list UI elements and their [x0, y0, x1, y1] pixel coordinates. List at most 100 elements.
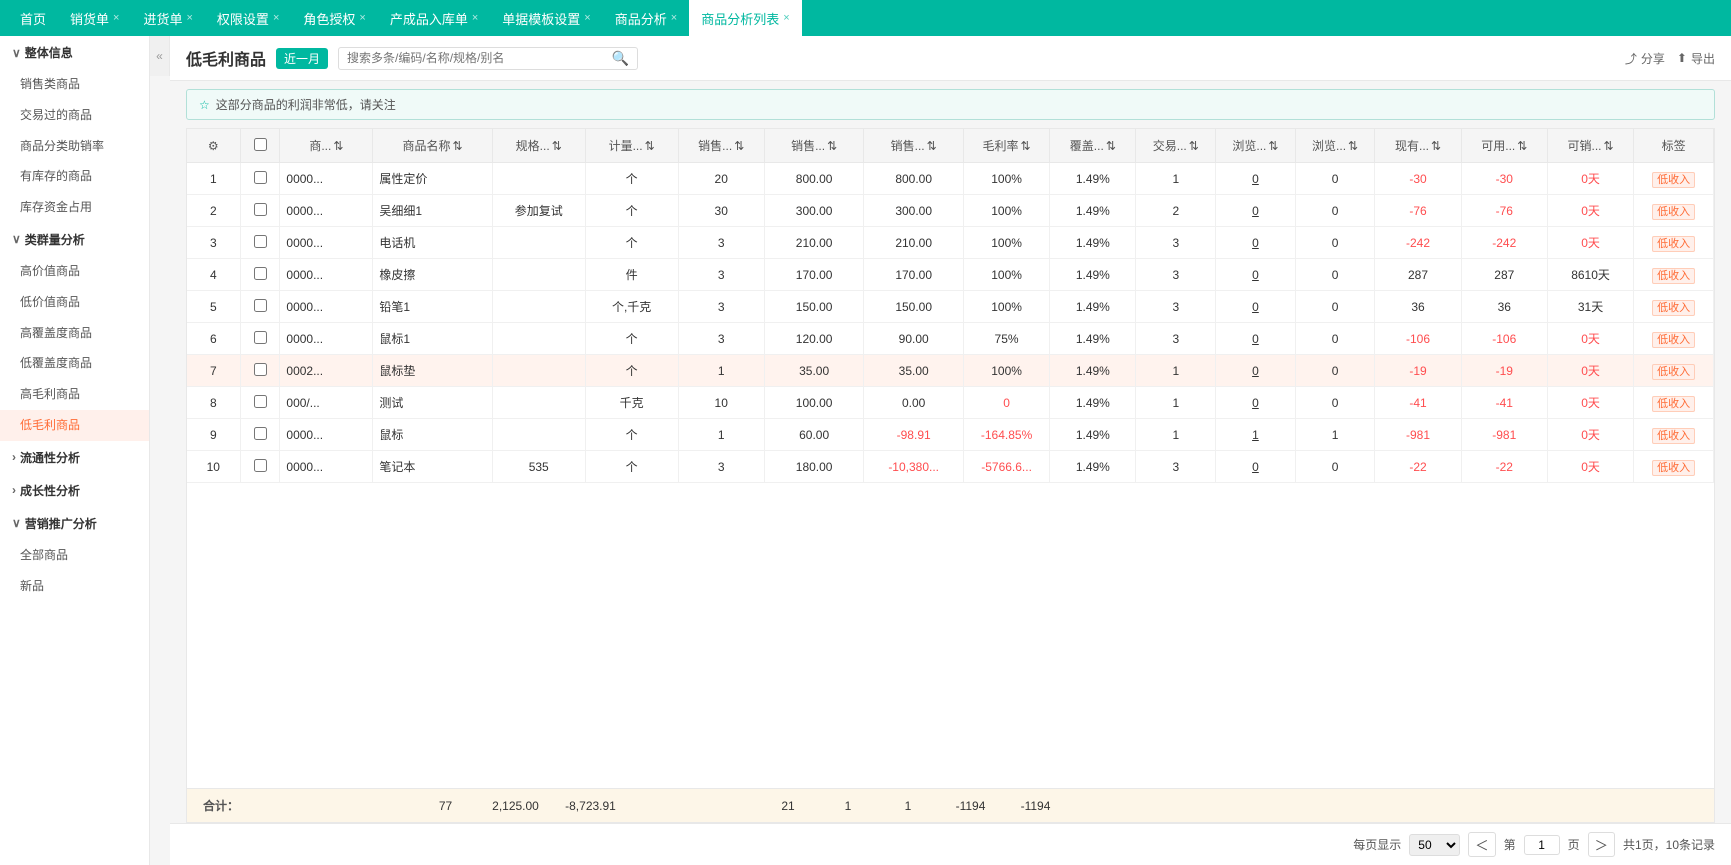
- row-name[interactable]: 鼠标1: [373, 323, 492, 355]
- export-button[interactable]: ⬆ 导出: [1677, 50, 1715, 67]
- row-select-checkbox[interactable]: [254, 395, 267, 408]
- col-sales-qty[interactable]: 销售... ⇅: [678, 129, 764, 163]
- row-select-checkbox[interactable]: [254, 235, 267, 248]
- prev-page-button[interactable]: ＜: [1468, 832, 1495, 857]
- row-views1[interactable]: 0: [1216, 451, 1296, 483]
- nav-home[interactable]: 首页: [8, 0, 58, 36]
- row-views1[interactable]: 0: [1216, 323, 1296, 355]
- row-checkbox[interactable]: [240, 451, 280, 483]
- row-select-checkbox[interactable]: [254, 331, 267, 344]
- sidebar-group-cluster[interactable]: ∨ 类群量分析: [0, 223, 149, 256]
- row-checkbox[interactable]: [240, 355, 280, 387]
- row-name[interactable]: 鼠标: [373, 419, 492, 451]
- sidebar-group-growth[interactable]: › 成长性分析: [0, 474, 149, 507]
- nav-sales-close[interactable]: ×: [113, 12, 119, 24]
- search-input[interactable]: [347, 51, 612, 65]
- col-gross-rate[interactable]: 毛利率 ⇅: [963, 129, 1049, 163]
- col-sales-price[interactable]: 销售... ⇅: [764, 129, 864, 163]
- row-select-checkbox[interactable]: [254, 427, 267, 440]
- sidebar-item-capital[interactable]: 库存资金占用: [0, 192, 149, 223]
- row-select-checkbox[interactable]: [254, 267, 267, 280]
- row-name[interactable]: 橡皮擦: [373, 259, 492, 291]
- sidebar-item-low-margin[interactable]: 低毛利商品: [0, 410, 149, 441]
- sidebar-item-all-goods[interactable]: 全部商品: [0, 540, 149, 571]
- sidebar-item-low-value[interactable]: 低价值商品: [0, 287, 149, 318]
- sidebar-item-in-stock[interactable]: 有库存的商品: [0, 161, 149, 192]
- share-button[interactable]: ⤴ 分享: [1625, 50, 1665, 67]
- search-box[interactable]: 🔍: [338, 47, 638, 70]
- col-code[interactable]: 商... ⇅: [280, 129, 373, 163]
- row-name[interactable]: 测试: [373, 387, 492, 419]
- col-transactions[interactable]: 交易... ⇅: [1136, 129, 1216, 163]
- row-checkbox[interactable]: [240, 387, 280, 419]
- col-checkbox[interactable]: [240, 129, 280, 163]
- row-views1[interactable]: 0: [1216, 259, 1296, 291]
- sidebar-collapse-button[interactable]: «: [150, 36, 170, 76]
- nav-finished-goods-close[interactable]: ×: [472, 12, 478, 24]
- nav-permissions-close[interactable]: ×: [273, 12, 279, 24]
- sidebar-item-category-rate[interactable]: 商品分类助销率: [0, 131, 149, 162]
- row-checkbox[interactable]: [240, 259, 280, 291]
- nav-permissions[interactable]: 权限设置×: [205, 0, 291, 36]
- nav-purchase-close[interactable]: ×: [186, 12, 192, 24]
- col-available[interactable]: 可用... ⇅: [1461, 129, 1547, 163]
- row-checkbox[interactable]: [240, 163, 280, 195]
- row-select-checkbox[interactable]: [254, 299, 267, 312]
- row-name[interactable]: 属性定价: [373, 163, 492, 195]
- row-name[interactable]: 电话机: [373, 227, 492, 259]
- row-views1[interactable]: 0: [1216, 291, 1296, 323]
- row-checkbox[interactable]: [240, 323, 280, 355]
- row-views1[interactable]: 0: [1216, 227, 1296, 259]
- sidebar-item-low-coverage[interactable]: 低覆盖度商品: [0, 348, 149, 379]
- nav-product-analysis-list-close[interactable]: ×: [783, 12, 789, 24]
- sidebar-item-high-value[interactable]: 高价值商品: [0, 256, 149, 287]
- nav-roles[interactable]: 角色授权×: [291, 0, 377, 36]
- sidebar-group-circulation[interactable]: › 流通性分析: [0, 441, 149, 474]
- sidebar-item-traded-goods[interactable]: 交易过的商品: [0, 100, 149, 131]
- col-sellable[interactable]: 可销... ⇅: [1547, 129, 1633, 163]
- col-views1[interactable]: 浏览... ⇅: [1216, 129, 1296, 163]
- sidebar-group-overall[interactable]: ∨ 整体信息: [0, 36, 149, 69]
- nav-template[interactable]: 单据模板设置×: [490, 0, 602, 36]
- row-views1[interactable]: 0: [1216, 195, 1296, 227]
- next-page-button[interactable]: ＞: [1588, 832, 1615, 857]
- sidebar-group-marketing[interactable]: ∨ 营销推广分析: [0, 507, 149, 540]
- row-name[interactable]: 笔记本: [373, 451, 492, 483]
- nav-purchase[interactable]: 进货单×: [131, 0, 204, 36]
- col-views2[interactable]: 浏览... ⇅: [1295, 129, 1375, 163]
- date-range-button[interactable]: 近一月: [276, 48, 328, 69]
- row-views1[interactable]: 0: [1216, 355, 1296, 387]
- sidebar-item-new-goods[interactable]: 新品: [0, 571, 149, 602]
- nav-product-analysis-list[interactable]: 商品分析列表×: [689, 0, 801, 36]
- nav-sales[interactable]: 销货单×: [58, 0, 131, 36]
- row-name[interactable]: 铅笔1: [373, 291, 492, 323]
- row-select-checkbox[interactable]: [254, 363, 267, 376]
- col-unit[interactable]: 计量... ⇅: [585, 129, 678, 163]
- col-spec[interactable]: 规格... ⇅: [492, 129, 585, 163]
- row-checkbox[interactable]: [240, 419, 280, 451]
- col-name[interactable]: 商品名称 ⇅: [373, 129, 492, 163]
- sidebar-item-sales-goods[interactable]: 销售类商品: [0, 69, 149, 100]
- col-tag[interactable]: 标签: [1634, 129, 1714, 163]
- col-current-stock[interactable]: 现有... ⇅: [1375, 129, 1461, 163]
- sidebar-item-high-coverage[interactable]: 高覆盖度商品: [0, 318, 149, 349]
- row-select-checkbox[interactable]: [254, 171, 267, 184]
- row-select-checkbox[interactable]: [254, 203, 267, 216]
- row-views1[interactable]: 0: [1216, 163, 1296, 195]
- col-sales-amount[interactable]: 销售... ⇅: [864, 129, 964, 163]
- select-all-checkbox[interactable]: [254, 138, 267, 151]
- nav-finished-goods[interactable]: 产成品入库单×: [378, 0, 490, 36]
- row-checkbox[interactable]: [240, 195, 280, 227]
- row-select-checkbox[interactable]: [254, 459, 267, 472]
- col-settings[interactable]: ⚙: [187, 129, 240, 163]
- row-checkbox[interactable]: [240, 227, 280, 259]
- row-name[interactable]: 鼠标垫: [373, 355, 492, 387]
- nav-roles-close[interactable]: ×: [359, 12, 365, 24]
- row-views1[interactable]: 1: [1216, 419, 1296, 451]
- per-page-select[interactable]: 50 100 200: [1409, 834, 1460, 856]
- row-checkbox[interactable]: [240, 291, 280, 323]
- col-coverage[interactable]: 覆盖... ⇅: [1050, 129, 1136, 163]
- row-name[interactable]: 吴细细1: [373, 195, 492, 227]
- nav-product-analysis-close[interactable]: ×: [671, 12, 677, 24]
- sidebar-item-high-margin[interactable]: 高毛利商品: [0, 379, 149, 410]
